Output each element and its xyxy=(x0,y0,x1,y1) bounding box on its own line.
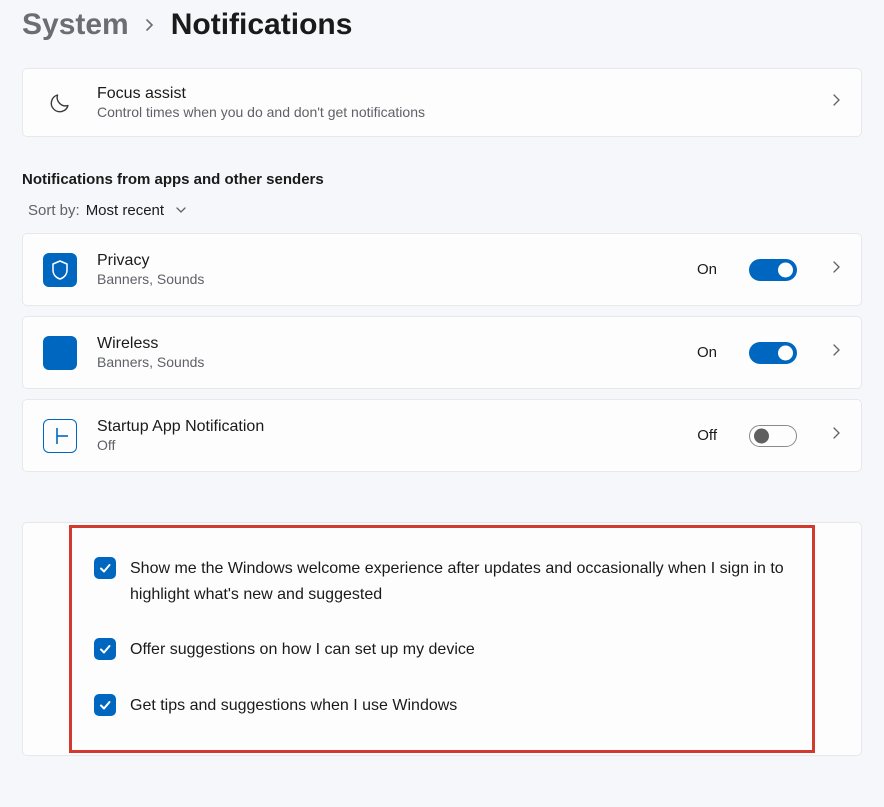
toggle-privacy[interactable] xyxy=(749,259,797,281)
checkbox-row-setup[interactable]: Offer suggestions on how I can set up my… xyxy=(94,625,790,675)
page-title: Notifications xyxy=(171,8,353,42)
toggle-wireless[interactable] xyxy=(749,342,797,364)
app-name: Wireless xyxy=(97,335,677,353)
section-header: Notifications from apps and other sender… xyxy=(22,171,862,188)
checkbox-label: Get tips and suggestions when I use Wind… xyxy=(130,693,457,719)
checkbox-row-welcome[interactable]: Show me the Windows welcome experience a… xyxy=(94,544,790,619)
app-row-privacy[interactable]: Privacy Banners, Sounds On xyxy=(22,233,862,306)
checkbox[interactable] xyxy=(94,638,116,660)
app-detail: Banners, Sounds xyxy=(97,271,677,287)
chevron-right-icon xyxy=(831,92,841,113)
app-row-wireless[interactable]: Wireless Banners, Sounds On xyxy=(22,316,862,389)
checkbox-row-tips[interactable]: Get tips and suggestions when I use Wind… xyxy=(94,681,790,731)
app-detail: Off xyxy=(97,437,677,453)
additional-settings-card: Show me the Windows welcome experience a… xyxy=(22,522,862,756)
sort-value: Most recent xyxy=(86,202,164,219)
moon-icon xyxy=(43,91,77,115)
toggle-state-label: Off xyxy=(697,427,717,444)
chevron-right-icon xyxy=(831,342,841,363)
app-name: Privacy xyxy=(97,252,677,270)
focus-assist-title: Focus assist xyxy=(97,85,811,103)
chevron-right-icon xyxy=(831,259,841,280)
checkbox-label: Show me the Windows welcome experience a… xyxy=(130,556,790,607)
highlight-annotation: Show me the Windows welcome experience a… xyxy=(69,525,815,753)
app-row-startup[interactable]: Startup App Notification Off Off xyxy=(22,399,862,472)
checkbox[interactable] xyxy=(94,694,116,716)
checkbox[interactable] xyxy=(94,557,116,579)
focus-assist-subtitle: Control times when you do and don't get … xyxy=(97,104,811,120)
chevron-right-icon xyxy=(145,16,155,37)
checkbox-label: Offer suggestions on how I can set up my… xyxy=(130,637,475,663)
focus-assist-row[interactable]: Focus assist Control times when you do a… xyxy=(22,68,862,137)
app-list: Privacy Banners, Sounds On Wireless Bann… xyxy=(22,233,862,472)
breadcrumb: System Notifications xyxy=(22,4,862,42)
sort-dropdown[interactable]: Sort by: Most recent xyxy=(22,202,862,219)
shield-icon xyxy=(43,253,77,287)
grid-icon xyxy=(43,419,77,453)
toggle-startup[interactable] xyxy=(749,425,797,447)
breadcrumb-parent[interactable]: System xyxy=(22,8,129,42)
toggle-state-label: On xyxy=(697,344,717,361)
chevron-down-icon xyxy=(174,202,188,219)
sort-label: Sort by: xyxy=(28,202,80,219)
chevron-right-icon xyxy=(831,425,841,446)
toggle-state-label: On xyxy=(697,261,717,278)
square-icon xyxy=(43,336,77,370)
app-detail: Banners, Sounds xyxy=(97,354,677,370)
app-name: Startup App Notification xyxy=(97,418,677,436)
